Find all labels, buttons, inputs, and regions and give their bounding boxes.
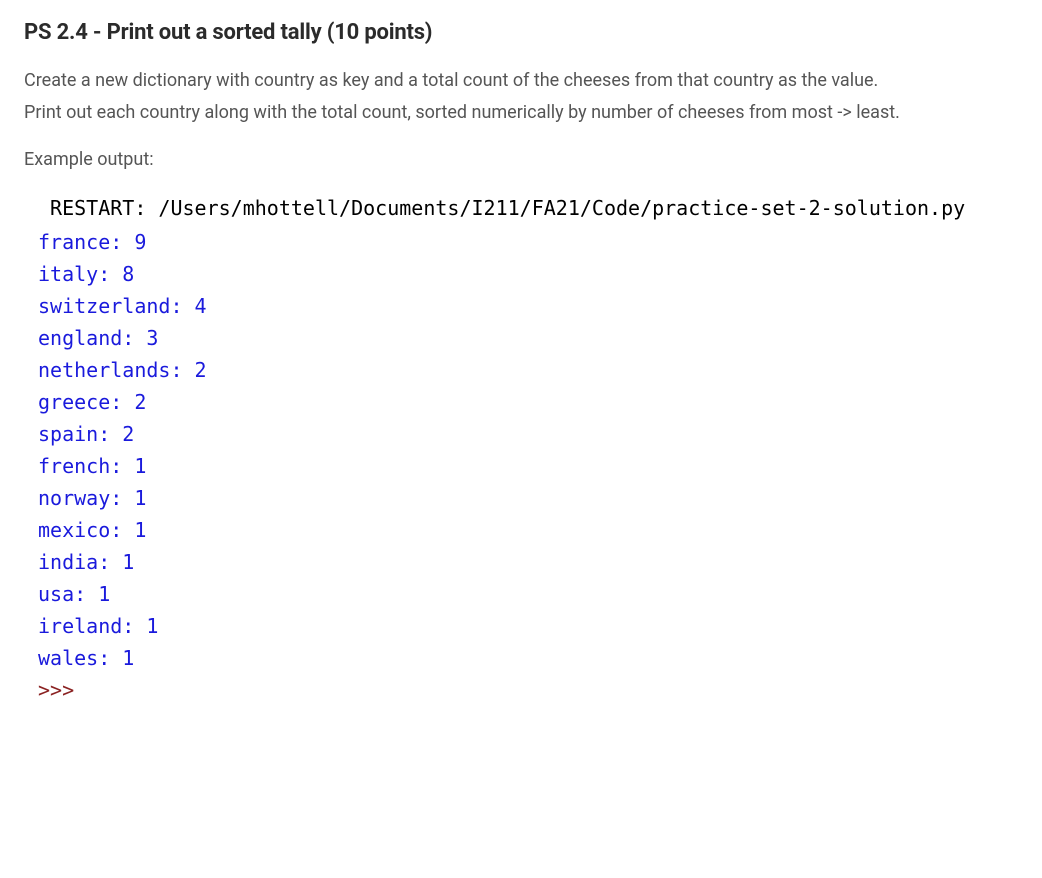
- tally-line: ireland: 1: [38, 610, 1018, 642]
- restart-label: RESTART:: [38, 196, 158, 220]
- description-line-2: Print out each country along with the to…: [24, 99, 1018, 127]
- code-output-block: RESTART: /Users/mhottell/Documents/I211/…: [24, 192, 1018, 706]
- tally-line: greece: 2: [38, 386, 1018, 418]
- tally-line: french: 1: [38, 450, 1018, 482]
- tally-line: netherlands: 2: [38, 354, 1018, 386]
- tally-line: usa: 1: [38, 578, 1018, 610]
- tally-line: spain: 2: [38, 418, 1018, 450]
- python-prompt: >>>: [38, 674, 1018, 706]
- tally-line: mexico: 1: [38, 514, 1018, 546]
- restart-path: /Users/mhottell/Documents/I211/FA21/Code…: [158, 196, 965, 220]
- tally-line: england: 3: [38, 322, 1018, 354]
- tally-line: italy: 8: [38, 258, 1018, 290]
- description-line-1: Create a new dictionary with country as …: [24, 67, 1018, 95]
- tally-output: france: 9italy: 8switzerland: 4england: …: [38, 226, 1018, 674]
- example-output-label: Example output:: [24, 149, 1018, 170]
- restart-line: RESTART: /Users/mhottell/Documents/I211/…: [38, 192, 1018, 224]
- tally-line: wales: 1: [38, 642, 1018, 674]
- section-heading: PS 2.4 - Print out a sorted tally (10 po…: [24, 20, 1018, 45]
- tally-line: france: 9: [38, 226, 1018, 258]
- tally-line: norway: 1: [38, 482, 1018, 514]
- description-block: Create a new dictionary with country as …: [24, 67, 1018, 127]
- tally-line: india: 1: [38, 546, 1018, 578]
- tally-line: switzerland: 4: [38, 290, 1018, 322]
